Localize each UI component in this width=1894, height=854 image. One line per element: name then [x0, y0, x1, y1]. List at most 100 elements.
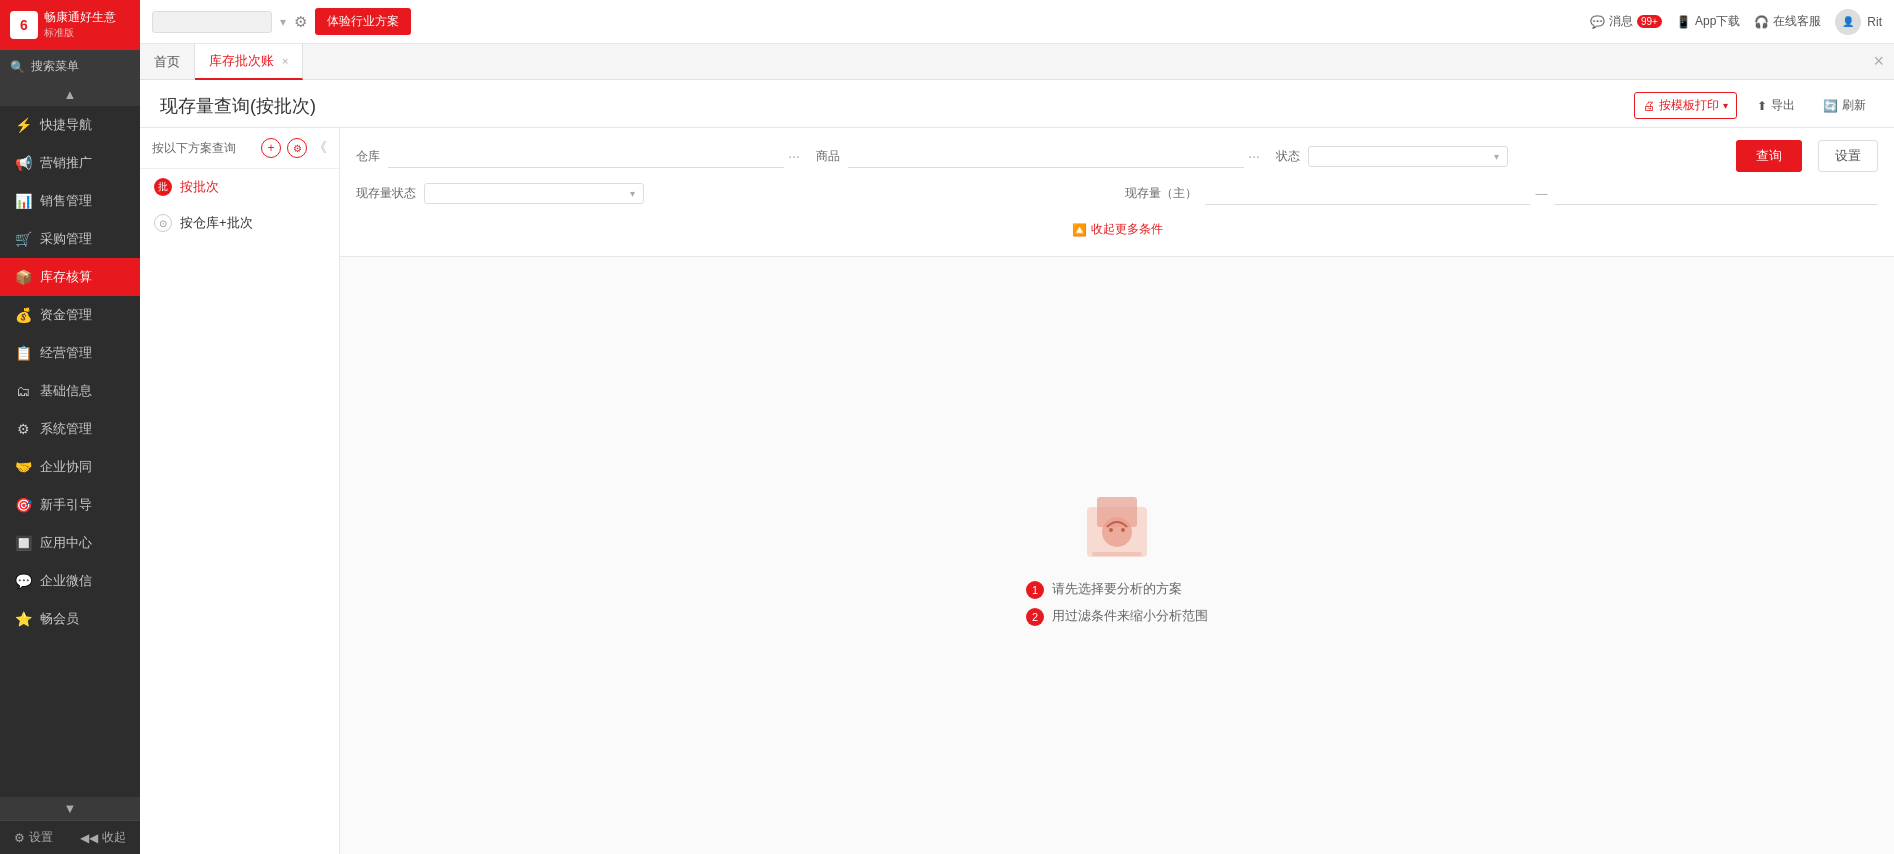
settings-btn[interactable]: 设置	[1818, 140, 1878, 172]
sidebar-item-operation[interactable]: 📋 经营管理	[0, 334, 140, 372]
status-chevron-icon: ▾	[1494, 151, 1499, 162]
tab-inventory-batch[interactable]: 库存批次账 ×	[195, 44, 303, 80]
collapse-up-icon: 🔼	[1072, 223, 1087, 237]
nav-label-newguide: 新手引导	[40, 496, 92, 514]
nav-icon-sales: 📊	[14, 192, 32, 210]
user-profile[interactable]: 👤 Rit	[1835, 9, 1882, 35]
search-label: 搜索菜单	[31, 58, 79, 75]
topbar: ▾ ⚙ 体验行业方案 💬 消息 99+ 📱 App下载 🎧 在线客服 👤 Rit	[140, 0, 1894, 44]
left-panel: 按以下方案查询 + ⚙ 《 批 按批次 ⊙ 按仓库+批次	[140, 128, 340, 854]
collapse-sidebar-btn[interactable]: ◀◀ 收起	[80, 829, 126, 846]
svg-point-3	[1109, 528, 1113, 532]
stock-qty-filter-group: 现存量（主） —	[1125, 182, 1878, 205]
stock-qty-to-input[interactable]	[1554, 182, 1879, 205]
nav-icon-enterprise: 🤝	[14, 458, 32, 476]
nav-icon-wechat: 💬	[14, 572, 32, 590]
sidebar-item-finance[interactable]: 💰 资金管理	[0, 296, 140, 334]
status-label: 状态	[1276, 148, 1300, 165]
nav-label-enterprise: 企业协同	[40, 458, 92, 476]
settings-footer-btn[interactable]: ⚙ 设置	[14, 829, 53, 846]
warehouse-input[interactable]	[388, 145, 784, 168]
product-input[interactable]	[848, 145, 1244, 168]
collapse-panel-icon[interactable]: 《	[313, 139, 327, 157]
sidebar-item-newguide[interactable]: 🎯 新手引导	[0, 486, 140, 524]
settings-footer-icon: ⚙	[14, 831, 25, 845]
gear-icon[interactable]: ⚙	[294, 13, 307, 31]
warehouse-dots[interactable]: ···	[788, 148, 800, 164]
product-dots[interactable]: ···	[1248, 148, 1260, 164]
scroll-up-btn[interactable]: ▲	[0, 83, 140, 106]
nav-icon-appcenter: 🔲	[14, 534, 32, 552]
nav-icon-inventory: 📦	[14, 268, 32, 286]
sidebar-item-purchase[interactable]: 🛒 采购管理	[0, 220, 140, 258]
stock-qty-from-input[interactable]	[1205, 182, 1530, 205]
sidebar-item-basic[interactable]: 🗂 基础信息	[0, 372, 140, 410]
app-download-btn[interactable]: 📱 App下载	[1676, 13, 1740, 30]
app-name: 畅康通好生意	[44, 10, 116, 26]
message-btn[interactable]: 💬 消息 99+	[1590, 13, 1662, 30]
headset-icon: 🎧	[1754, 15, 1769, 29]
warehouse-filter-group: 仓库 ···	[356, 145, 800, 168]
export-icon: ⬆	[1757, 99, 1767, 113]
plan-item-by-batch[interactable]: 批 按批次	[140, 169, 339, 205]
print-btn[interactable]: 🖨 按模板打印 ▾	[1634, 92, 1737, 119]
export-btn[interactable]: ⬆ 导出	[1749, 93, 1803, 118]
sidebar-item-marketing[interactable]: 📢 营销推广	[0, 144, 140, 182]
add-plan-btn[interactable]: +	[261, 138, 281, 158]
plan-label-by-batch: 按批次	[180, 178, 219, 196]
online-service-btn[interactable]: 🎧 在线客服	[1754, 13, 1821, 30]
search-menu[interactable]: 🔍 搜索菜单	[0, 50, 140, 83]
print-chevron-icon: ▾	[1723, 100, 1728, 111]
nav-icon-basic: 🗂	[14, 382, 32, 400]
nav-label-marketing: 营销推广	[40, 154, 92, 172]
sidebar-item-system[interactable]: ⚙ 系统管理	[0, 410, 140, 448]
tab-home[interactable]: 首页	[140, 44, 195, 80]
sidebar-item-wechat[interactable]: 💬 企业微信	[0, 562, 140, 600]
try-industry-btn[interactable]: 体验行业方案	[315, 8, 411, 35]
nav-label-purchase: 采购管理	[40, 230, 92, 248]
sidebar-item-member[interactable]: ⭐ 畅会员	[0, 600, 140, 638]
left-panel-header: 按以下方案查询 + ⚙ 《	[140, 128, 339, 169]
nav-label-sales: 销售管理	[40, 192, 92, 210]
sidebar-item-sales[interactable]: 📊 销售管理	[0, 182, 140, 220]
page-title: 现存量查询(按批次)	[160, 94, 316, 118]
left-panel-icons: + ⚙ 《	[261, 138, 327, 158]
sidebar-header: 6 畅康通好生意 标准版	[0, 0, 140, 50]
nav-icon-system: ⚙	[14, 420, 32, 438]
sidebar-item-enterprise[interactable]: 🤝 企业协同	[0, 448, 140, 486]
sidebar-item-inventory[interactable]: 📦 库存核算	[0, 258, 140, 296]
plan-label-by-warehouse-batch: 按仓库+批次	[180, 214, 253, 232]
breadcrumb-input[interactable]	[152, 11, 272, 33]
phone-icon: 📱	[1676, 15, 1691, 29]
close-all-tabs-btn[interactable]: ×	[1873, 51, 1884, 72]
nav-label-inventory: 库存核算	[40, 268, 92, 286]
tab-close-icon[interactable]: ×	[282, 55, 288, 67]
filter-row-1: 仓库 ··· 商品 ··· 状态	[356, 140, 1878, 172]
empty-state: 1 请先选择要分析的方案 2 用过滤条件来缩小分析范围	[340, 257, 1894, 854]
stock-status-chevron-icon: ▾	[630, 188, 635, 199]
refresh-btn[interactable]: 🔄 刷新	[1815, 93, 1874, 118]
sidebar-item-appcenter[interactable]: 🔲 应用中心	[0, 524, 140, 562]
message-badge: 99+	[1637, 15, 1662, 28]
plan-item-by-warehouse-batch[interactable]: ⊙ 按仓库+批次	[140, 205, 339, 241]
status-select[interactable]: ▾	[1308, 146, 1508, 167]
search-icon: 🔍	[10, 60, 25, 74]
empty-icon	[1067, 477, 1167, 577]
stock-qty-label: 现存量（主）	[1125, 185, 1197, 202]
plan-icon-by-warehouse-batch: ⊙	[154, 214, 172, 232]
sidebar-item-shortcut[interactable]: ⚡ 快捷导航	[0, 106, 140, 144]
scroll-down-btn[interactable]: ▼	[0, 797, 140, 820]
query-btn[interactable]: 查询	[1736, 140, 1802, 172]
status-filter-group: 状态 ▾	[1276, 146, 1720, 167]
empty-instructions: 1 请先选择要分析的方案 2 用过滤条件来缩小分析范围	[1026, 580, 1208, 634]
filter-bar: 仓库 ··· 商品 ··· 状态	[340, 128, 1894, 257]
page-actions: 🖨 按模板打印 ▾ ⬆ 导出 🔄 刷新	[1634, 92, 1874, 119]
collapse-conditions-btn[interactable]: 🔼 收起更多条件	[356, 215, 1878, 244]
nav-icon-marketing: 📢	[14, 154, 32, 172]
settings-plan-btn[interactable]: ⚙	[287, 138, 307, 158]
print-icon: 🖨	[1643, 99, 1655, 113]
app-version: 标准版	[44, 26, 116, 40]
stock-qty-range: —	[1205, 182, 1878, 205]
stock-status-select[interactable]: ▾	[424, 183, 644, 204]
page-header: 现存量查询(按批次) 🖨 按模板打印 ▾ ⬆ 导出 🔄 刷新	[140, 80, 1894, 128]
